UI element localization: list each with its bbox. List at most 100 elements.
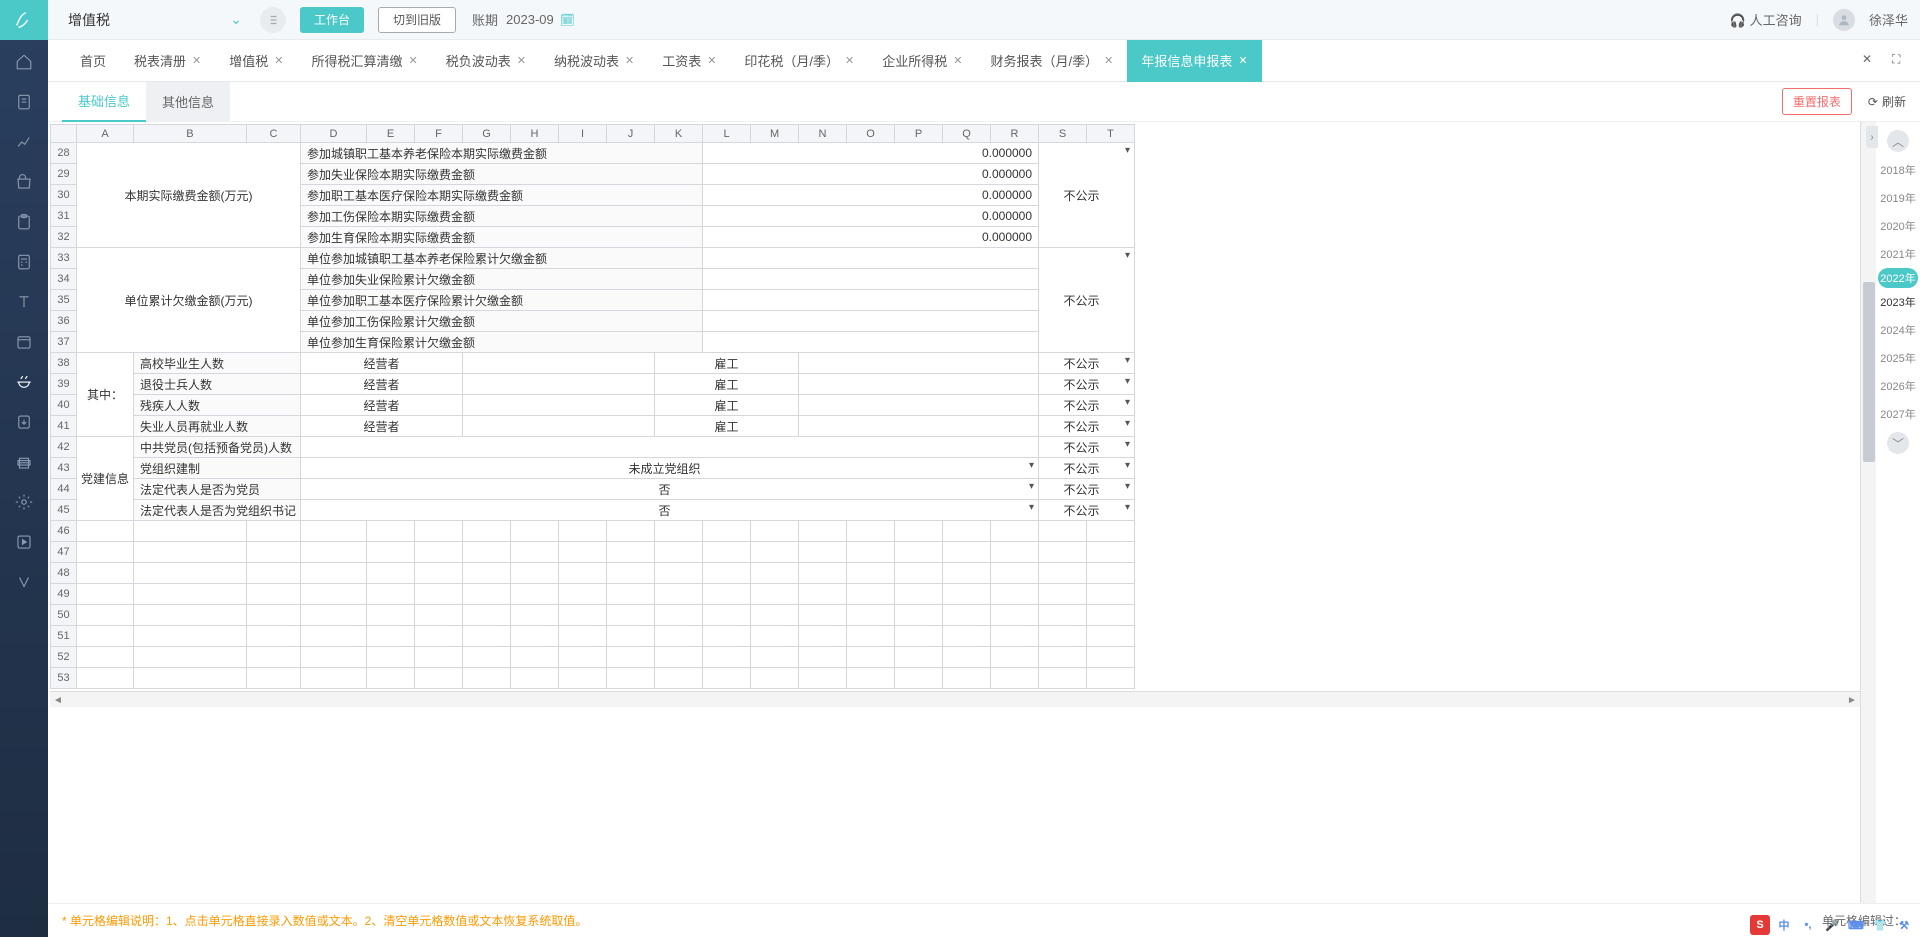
cell[interactable] — [607, 647, 655, 668]
rownum-39[interactable]: 39 — [51, 374, 77, 395]
year-2021年[interactable]: 2021年 — [1878, 240, 1918, 268]
cell[interactable] — [703, 605, 751, 626]
cell[interactable] — [134, 521, 247, 542]
cell[interactable] — [246, 626, 300, 647]
vertical-scrollbar[interactable] — [1860, 122, 1876, 903]
consult-link[interactable]: 🎧 人工咨询 — [1730, 10, 1802, 29]
group-label[interactable]: 党建信息 — [77, 437, 134, 521]
rownum-40[interactable]: 40 — [51, 395, 77, 416]
cell[interactable] — [943, 626, 991, 647]
nav-export-icon[interactable] — [0, 404, 48, 440]
ime-skin-icon[interactable]: 👕 — [1870, 915, 1890, 935]
cell[interactable] — [559, 563, 607, 584]
cell[interactable] — [1039, 605, 1087, 626]
cell[interactable] — [751, 521, 799, 542]
desc[interactable]: 单位参加失业保险累计欠缴金额 — [301, 269, 703, 290]
cell[interactable] — [1039, 563, 1087, 584]
value-cell[interactable] — [703, 290, 1039, 311]
cell[interactable] — [1087, 584, 1135, 605]
cell[interactable] — [991, 584, 1039, 605]
cell[interactable] — [1087, 668, 1135, 689]
cell[interactable] — [847, 626, 895, 647]
cell[interactable] — [799, 668, 847, 689]
cell[interactable] — [991, 647, 1039, 668]
cell[interactable] — [77, 521, 134, 542]
col-O[interactable]: O — [847, 125, 895, 143]
nav-date-icon[interactable] — [0, 324, 48, 360]
cell[interactable] — [463, 626, 511, 647]
app-logo[interactable] — [0, 0, 48, 40]
cell[interactable] — [511, 542, 559, 563]
scroll-left-icon[interactable]: ◄ — [50, 692, 66, 708]
cell[interactable] — [246, 605, 300, 626]
cell[interactable] — [655, 563, 703, 584]
cell[interactable] — [246, 647, 300, 668]
cell[interactable] — [134, 563, 247, 584]
cell[interactable] — [1087, 521, 1135, 542]
cell[interactable] — [77, 563, 134, 584]
cell[interactable] — [463, 395, 655, 416]
rownum-51[interactable]: 51 — [51, 626, 77, 647]
rownum-37[interactable]: 37 — [51, 332, 77, 353]
rownum-42[interactable]: 42 — [51, 437, 77, 458]
cell[interactable] — [655, 605, 703, 626]
cell[interactable] — [655, 668, 703, 689]
cell[interactable] — [1087, 563, 1135, 584]
ime-tool-icon[interactable]: ⚒ — [1894, 915, 1914, 935]
cell[interactable] — [246, 563, 300, 584]
cell[interactable] — [77, 542, 134, 563]
desc[interactable]: 参加工伤保险本期实际缴费金额 — [301, 206, 703, 227]
cell[interactable] — [134, 668, 247, 689]
rownum-52[interactable]: 52 — [51, 647, 77, 668]
rownum-29[interactable]: 29 — [51, 164, 77, 185]
cell[interactable] — [991, 605, 1039, 626]
cell[interactable] — [246, 542, 300, 563]
tab-纳税波动表[interactable]: 纳税波动表✕ — [540, 40, 648, 82]
cell[interactable] — [301, 542, 367, 563]
cell[interactable] — [703, 668, 751, 689]
rownum-30[interactable]: 30 — [51, 185, 77, 206]
employee-cell[interactable]: 雇工 — [655, 374, 799, 395]
cell[interactable] — [799, 395, 1039, 416]
tab-所得税汇算清缴[interactable]: 所得税汇算清缴✕ — [297, 40, 431, 82]
cell[interactable] — [607, 521, 655, 542]
wide-select[interactable]: 否 — [301, 500, 1039, 521]
value-cell[interactable] — [703, 248, 1039, 269]
cell[interactable] — [1087, 542, 1135, 563]
desc[interactable]: 单位参加工伤保险累计欠缴金额 — [301, 311, 703, 332]
publish-select[interactable]: 不公示 — [1039, 248, 1135, 353]
cell[interactable] — [1087, 647, 1135, 668]
desc[interactable]: 参加职工基本医疗保险本期实际缴费金额 — [301, 185, 703, 206]
cell[interactable] — [134, 542, 247, 563]
cell[interactable] — [1039, 626, 1087, 647]
tab-close-icon[interactable]: ✕ — [953, 54, 962, 67]
spreadsheet[interactable]: ABCDEFGHIJKLMNOPQRST28本期实际缴费金额(万元)参加城镇职工… — [48, 122, 1860, 903]
col-J[interactable]: J — [607, 125, 655, 143]
cell[interactable] — [703, 584, 751, 605]
cell[interactable] — [367, 605, 415, 626]
year-2023年[interactable]: 2023年 — [1878, 288, 1918, 316]
value-cell[interactable] — [703, 311, 1039, 332]
cell[interactable] — [559, 647, 607, 668]
cell[interactable] — [134, 584, 247, 605]
cell[interactable] — [511, 584, 559, 605]
nav-chart-icon[interactable] — [0, 124, 48, 160]
period-value[interactable]: 2023-09 — [506, 12, 554, 27]
cell[interactable] — [463, 416, 655, 437]
value-cell[interactable]: 0.000000 — [703, 143, 1039, 164]
desc[interactable]: 残疾人人数 — [134, 395, 301, 416]
cell[interactable] — [751, 542, 799, 563]
tab-增值税[interactable]: 增值税✕ — [215, 40, 297, 82]
cell[interactable] — [703, 521, 751, 542]
cell[interactable] — [367, 521, 415, 542]
cell[interactable] — [799, 521, 847, 542]
rownum-50[interactable]: 50 — [51, 605, 77, 626]
tab-企业所得税[interactable]: 企业所得税✕ — [868, 40, 976, 82]
rownum-43[interactable]: 43 — [51, 458, 77, 479]
cell[interactable] — [134, 626, 247, 647]
cell[interactable] — [895, 668, 943, 689]
operator-cell[interactable]: 经营者 — [301, 395, 463, 416]
year-2022年[interactable]: 2022年 — [1878, 268, 1918, 288]
cell[interactable] — [703, 626, 751, 647]
cell[interactable] — [415, 647, 463, 668]
